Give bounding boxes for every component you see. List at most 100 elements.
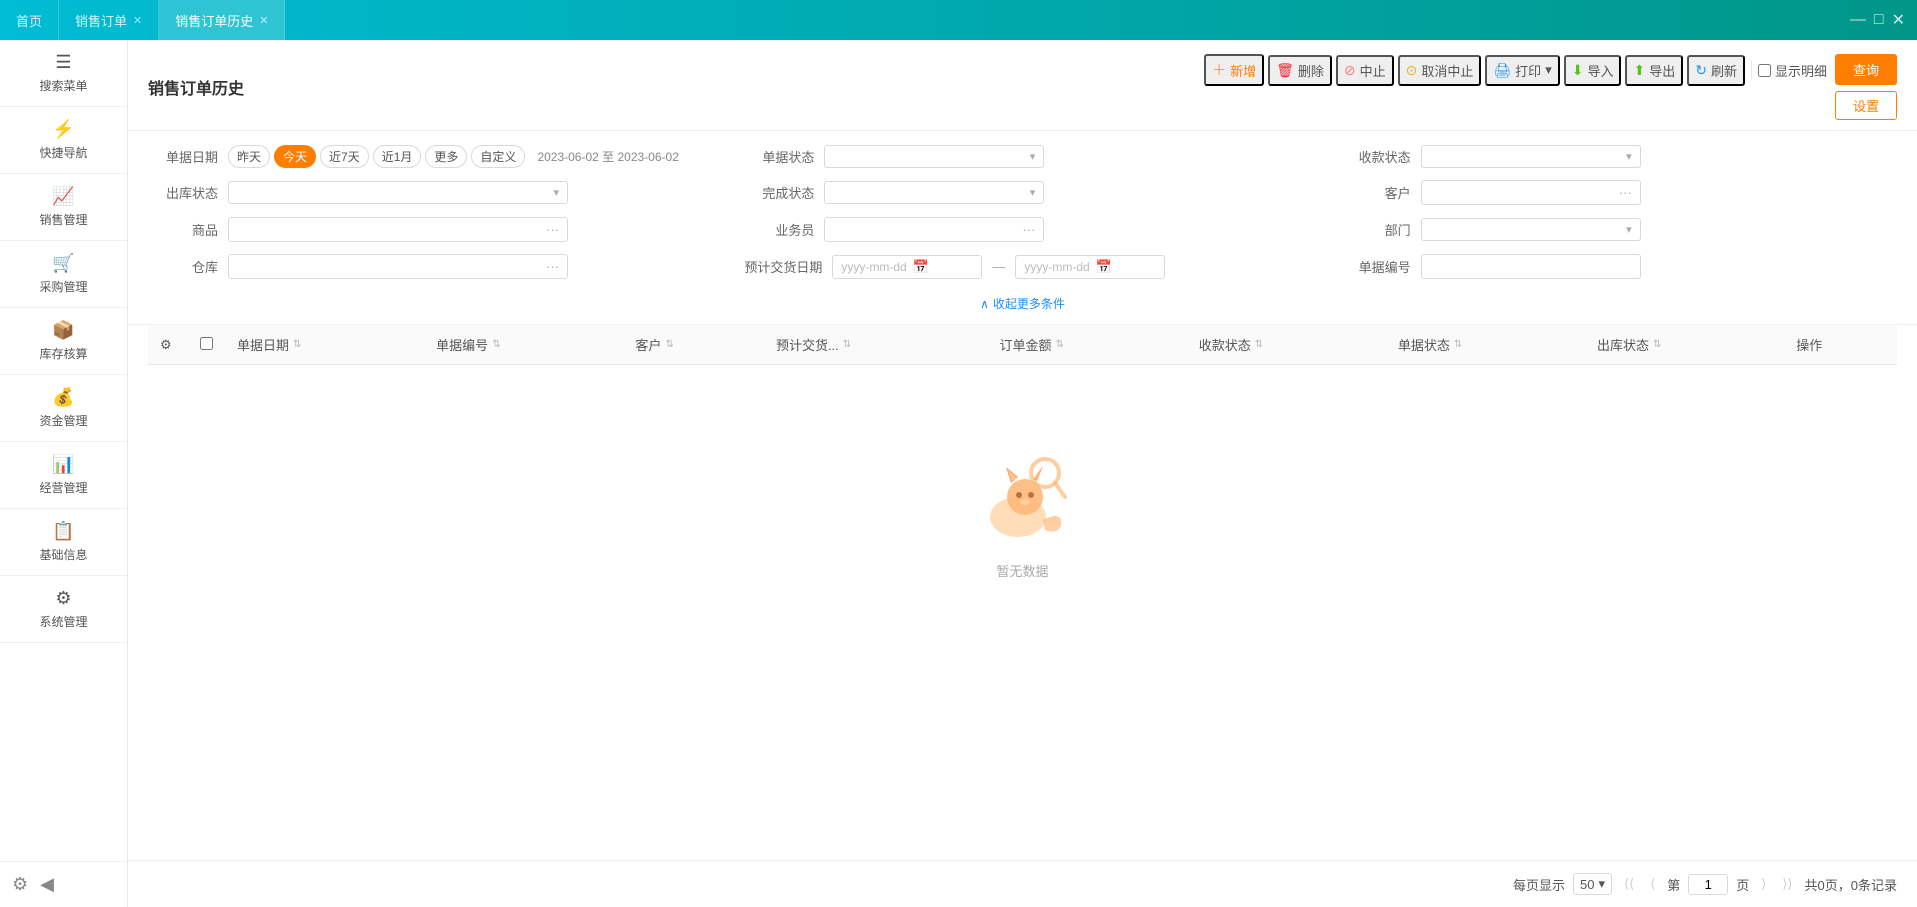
delivery-start-input[interactable]: yyyy-mm-dd 📅 xyxy=(832,255,982,279)
toolbar: ＋ 新增 🗑 删除 ⊘ 中止 ⊙ 取消中止 xyxy=(1204,54,1827,86)
date-btn-custom[interactable]: 自定义 xyxy=(471,145,525,168)
maximize-button[interactable]: □ xyxy=(1874,11,1884,29)
delete-button[interactable]: 🗑 删除 xyxy=(1268,55,1332,86)
date-btn-7days[interactable]: 近7天 xyxy=(320,145,369,168)
filter-group-order-number: 单据编号 xyxy=(1341,254,1897,279)
collapse-arrow-icon: ∧ xyxy=(980,297,989,311)
window-close-button[interactable]: ✕ xyxy=(1892,10,1905,30)
sidebar-item-sales[interactable]: 📈 销售管理 xyxy=(0,174,127,241)
refresh-icon: ↻ xyxy=(1695,62,1707,79)
outbound-select[interactable]: ▾ xyxy=(228,181,568,204)
receipt-status-chevron: ▾ xyxy=(1626,150,1632,163)
export-button[interactable]: ⬆ 导出 xyxy=(1625,55,1683,86)
sidebar-item-finance[interactable]: 💰 资金管理 xyxy=(0,375,127,442)
filter-area: 单据日期 昨天 今天 近7天 近1月 更多 自定义 2023-06-02 至 2… xyxy=(128,131,1917,325)
cancel-stop-button[interactable]: ⊙ 取消中止 xyxy=(1398,55,1482,86)
empty-state: 暂无数据 xyxy=(148,365,1897,620)
sidebar-item-system[interactable]: ⚙ 系统管理 xyxy=(0,576,127,643)
sidebar-item-label-basic-info: 基础信息 xyxy=(39,546,87,563)
th-checkbox[interactable] xyxy=(188,325,225,365)
date-btn-more[interactable]: 更多 xyxy=(425,145,467,168)
date-btn-yesterday[interactable]: 昨天 xyxy=(228,145,270,168)
tab-sales-history[interactable]: 销售订单历史 ✕ xyxy=(159,0,285,40)
collapse-filter-link[interactable]: ∧ 收起更多条件 xyxy=(148,291,1897,316)
stop-button[interactable]: ⊘ 中止 xyxy=(1336,55,1394,86)
print-button[interactable]: 🖨 打印 ▾ xyxy=(1485,55,1559,86)
salesperson-input[interactable]: ··· xyxy=(824,217,1044,242)
sidebar-collapse-icon[interactable]: ◀ xyxy=(40,874,54,895)
refresh-button[interactable]: ↻ 刷新 xyxy=(1687,55,1745,86)
sidebar-item-basic-info[interactable]: 📋 基础信息 xyxy=(0,509,127,576)
sidebar-item-label-search-menu: 搜索菜单 xyxy=(39,77,87,94)
next-page-button[interactable]: ⟩ xyxy=(1757,876,1770,892)
sidebar-settings-icon[interactable]: ⚙ xyxy=(12,874,28,895)
th-settings[interactable]: ⚙ xyxy=(148,325,188,365)
export-label: 导出 xyxy=(1649,61,1675,80)
quick-nav-icon: ⚡ xyxy=(52,119,74,140)
th-delivery[interactable]: 预计交货... ⇅ xyxy=(764,325,988,365)
tab-home[interactable]: 首页 xyxy=(0,0,59,40)
th-customer[interactable]: 客户 ⇅ xyxy=(623,325,764,365)
prev-page-button[interactable]: ⟨ xyxy=(1646,876,1659,892)
last-page-button[interactable]: ⟩⟩ xyxy=(1778,876,1796,892)
goods-input[interactable]: ··· xyxy=(228,217,568,242)
tab-sales-order-close[interactable]: ✕ xyxy=(133,14,142,27)
print-arrow: ▾ xyxy=(1545,62,1552,78)
minimize-button[interactable]: — xyxy=(1850,11,1866,29)
warehouse-label: 仓库 xyxy=(148,257,228,276)
order-status-select[interactable]: ▾ xyxy=(824,145,1044,168)
tab-sales-order-label: 销售订单 xyxy=(75,11,127,30)
query-button[interactable]: 查询 xyxy=(1835,54,1897,85)
sidebar-item-search-menu[interactable]: ☰ 搜索菜单 xyxy=(0,40,127,107)
order-number-input[interactable] xyxy=(1421,254,1641,279)
search-menu-icon: ☰ xyxy=(55,52,71,73)
department-select[interactable]: ▾ xyxy=(1421,218,1641,241)
date-btn-1month[interactable]: 近1月 xyxy=(373,145,422,168)
outbound-chevron: ▾ xyxy=(553,186,559,199)
goods-dots: ··· xyxy=(546,222,559,237)
new-button[interactable]: ＋ 新增 xyxy=(1204,54,1264,86)
table-header: ⚙ 单据日期 ⇅ 单据编号 xyxy=(148,325,1897,365)
date-range-display: 2023-06-02 至 2023-06-02 xyxy=(537,148,678,165)
import-button[interactable]: ⬇ 导入 xyxy=(1564,55,1622,86)
th-outbound-status[interactable]: 出库状态 ⇅ xyxy=(1585,325,1784,365)
stop-icon: ⊘ xyxy=(1344,62,1356,79)
page-number-input[interactable] xyxy=(1688,874,1728,895)
basic-info-icon: 📋 xyxy=(52,521,74,542)
delivery-end-input[interactable]: yyyy-mm-dd 📅 xyxy=(1015,255,1165,279)
print-icon: 🖨 xyxy=(1493,62,1511,79)
th-number[interactable]: 单据编号 ⇅ xyxy=(424,325,623,365)
warehouse-input[interactable]: ··· xyxy=(228,254,568,279)
setting-button[interactable]: 设置 xyxy=(1835,91,1897,120)
th-order-status[interactable]: 单据状态 ⇅ xyxy=(1386,325,1585,365)
sidebar-item-operations[interactable]: 📊 经营管理 xyxy=(0,442,127,509)
query-setting-group: 查询 设置 xyxy=(1835,54,1897,120)
completion-select[interactable]: ▾ xyxy=(824,181,1044,204)
sidebar-item-quick-nav[interactable]: ⚡ 快捷导航 xyxy=(0,107,127,174)
sidebar-item-label-inventory: 库存核算 xyxy=(39,345,87,362)
th-actions-label: 操作 xyxy=(1796,338,1822,353)
tab-sales-history-close[interactable]: ✕ xyxy=(259,14,268,27)
receipt-status-label: 收款状态 xyxy=(1341,147,1421,166)
content-area: 销售订单历史 ＋ 新增 🗑 删除 ⊘ 中止 xyxy=(128,40,1917,907)
select-all-checkbox[interactable] xyxy=(200,337,213,350)
refresh-label: 刷新 xyxy=(1711,61,1737,80)
sidebar-item-inventory[interactable]: 📦 库存核算 xyxy=(0,308,127,375)
th-amount[interactable]: 订单金额 ⇅ xyxy=(988,325,1187,365)
date-btn-today[interactable]: 今天 xyxy=(274,145,316,168)
th-date[interactable]: 单据日期 ⇅ xyxy=(225,325,424,365)
customer-input[interactable]: ··· xyxy=(1421,180,1641,205)
settings-icon[interactable]: ⚙ xyxy=(160,337,172,352)
sidebar-item-label-operations: 经营管理 xyxy=(39,479,87,496)
tab-sales-order[interactable]: 销售订单 ✕ xyxy=(59,0,159,40)
receipt-status-select[interactable]: ▾ xyxy=(1421,145,1641,168)
display-detail-checkbox[interactable]: 显示明细 xyxy=(1758,61,1827,80)
first-page-button[interactable]: ⟨⟨ xyxy=(1620,876,1638,892)
sidebar-item-purchase[interactable]: 🛒 采购管理 xyxy=(0,241,127,308)
page-size-select[interactable]: 50 ▾ xyxy=(1573,873,1612,895)
th-receipt-status[interactable]: 收款状态 ⇅ xyxy=(1187,325,1386,365)
page-size-chevron: ▾ xyxy=(1599,876,1606,892)
display-detail-input[interactable] xyxy=(1758,64,1771,77)
filter-group-order-status: 单据状态 ▾ xyxy=(744,145,1300,168)
order-number-field[interactable] xyxy=(1430,259,1632,274)
